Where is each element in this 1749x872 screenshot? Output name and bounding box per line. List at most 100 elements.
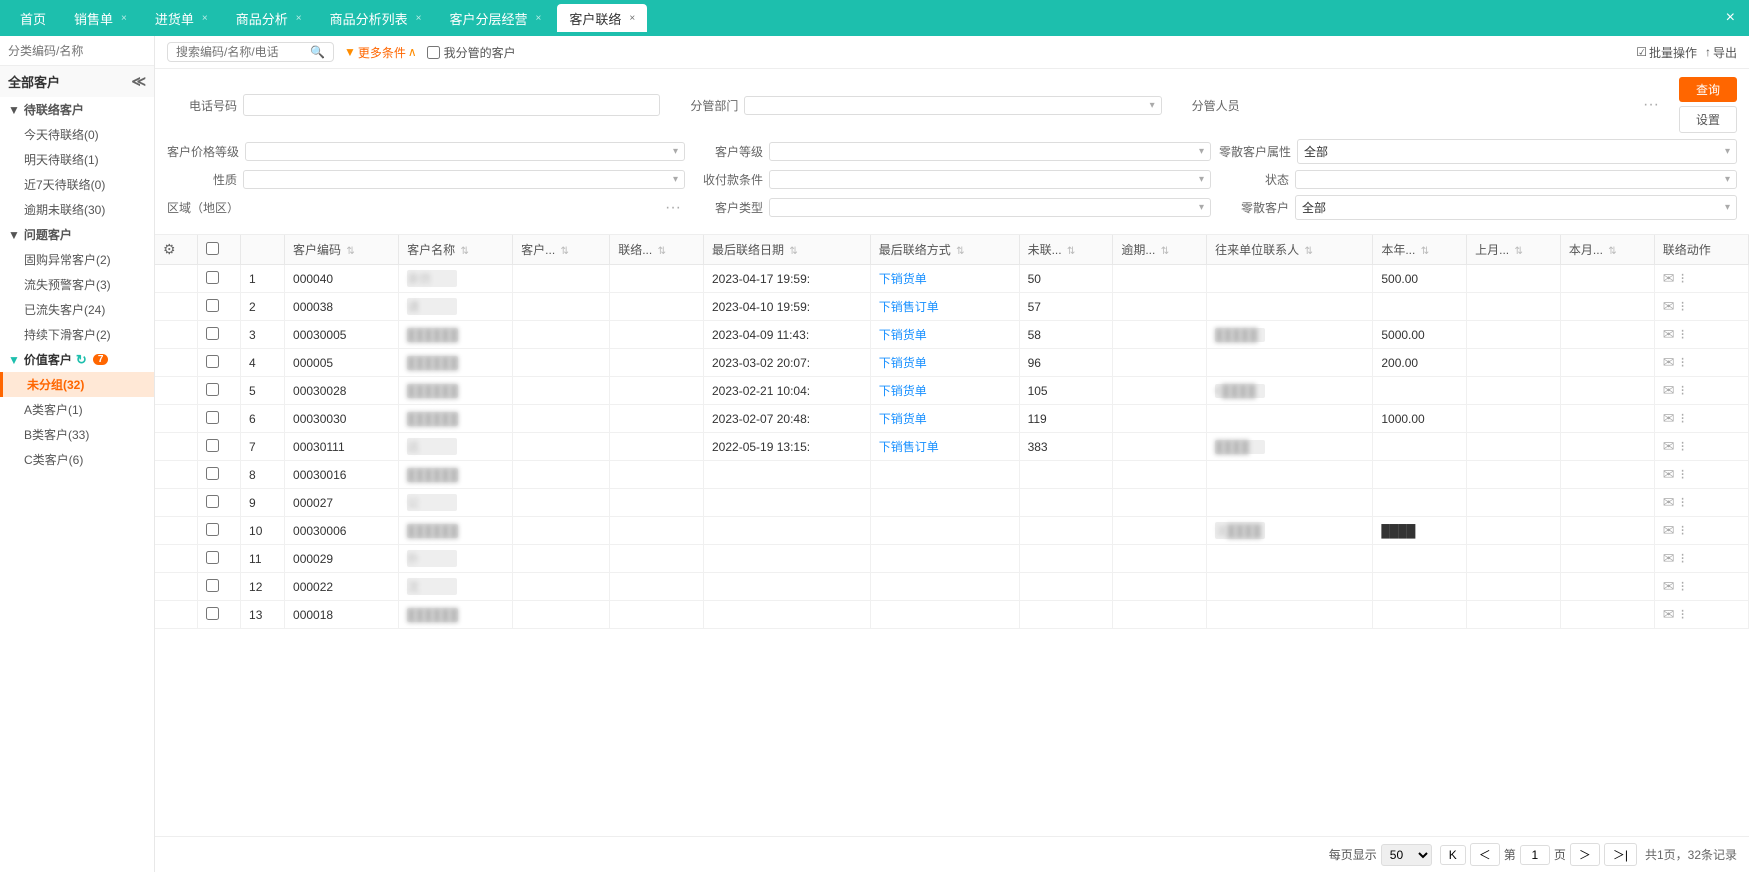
person-dots[interactable]: ··· [1639, 96, 1663, 114]
tab-customer-contact[interactable]: 客户联络 × [557, 4, 647, 32]
col-contact[interactable]: 联络... ⇅ [610, 235, 704, 265]
col-settings[interactable]: ⚙ [155, 235, 197, 265]
chat-icon[interactable]: ✉ [1663, 522, 1675, 539]
close-purchase-icon[interactable]: × [202, 13, 208, 24]
col-overdue[interactable]: 逾期... ⇅ [1113, 235, 1207, 265]
all-customers-header[interactable]: 全部客户 ≪ [0, 66, 154, 97]
export-button[interactable]: ↑ 导出 [1705, 44, 1737, 61]
col-last-month[interactable]: 上月... ⇅ [1467, 235, 1561, 265]
row-checkbox[interactable] [197, 461, 240, 489]
prev-page-button[interactable]: ＜ [1470, 843, 1500, 866]
tab-product-analysis[interactable]: 商品分析 × [224, 4, 314, 32]
contact-method-link[interactable]: 下销售订单 [879, 300, 939, 314]
chat-icon[interactable]: ✉ [1663, 606, 1675, 623]
sidebar-item-tomorrow-pending[interactable]: 明天待联络(1) [0, 147, 154, 172]
col-type[interactable]: 客户... ⇅ [513, 235, 610, 265]
nature-select[interactable]: ▾ [243, 170, 685, 189]
row-checkbox[interactable] [197, 265, 240, 293]
row-checkbox[interactable] [197, 489, 240, 517]
sidebar-item-declining[interactable]: 持续下滑客户(2) [0, 322, 154, 347]
chat-icon[interactable]: ✉ [1663, 354, 1675, 371]
payment-select[interactable]: ▾ [769, 170, 1211, 189]
contact-method-link[interactable]: 下销货单 [879, 412, 927, 426]
chat-icon[interactable]: ✉ [1663, 326, 1675, 343]
sidebar-item-b-class[interactable]: B类客户(33) [0, 422, 154, 447]
retail-customer-select[interactable]: 全部 ▾ [1295, 195, 1737, 220]
row-checkbox[interactable] [197, 321, 240, 349]
row-checkbox[interactable] [197, 405, 240, 433]
row-checkbox[interactable] [197, 517, 240, 545]
col-not-contacted[interactable]: 未联... ⇅ [1019, 235, 1113, 265]
close-customer-contact-icon[interactable]: × [629, 13, 635, 24]
chat-icon[interactable]: ✉ [1663, 550, 1675, 567]
tab-product-analysis-list[interactable]: 商品分析列表 × [318, 4, 434, 32]
more-action-icon[interactable]: ⁝ [1680, 326, 1684, 343]
sidebar-item-7days-pending[interactable]: 近7天待联络(0) [0, 172, 154, 197]
sidebar-collapse-icon[interactable]: ≪ [131, 73, 146, 90]
col-checkbox[interactable] [197, 235, 240, 265]
status-select[interactable]: ▾ [1295, 170, 1737, 189]
col-this-year[interactable]: 本年... ⇅ [1373, 235, 1467, 265]
first-page-button[interactable]: K [1440, 845, 1466, 865]
retail-attr-select[interactable]: 全部 ▾ [1297, 139, 1737, 164]
per-page-select[interactable]: 50 100 200 [1381, 844, 1432, 866]
more-action-icon[interactable]: ⁝ [1680, 438, 1684, 455]
my-customer-checkbox[interactable] [427, 46, 440, 59]
chat-icon[interactable]: ✉ [1663, 494, 1675, 511]
next-page-button[interactable]: ＞ [1570, 843, 1600, 866]
close-customer-layer-icon[interactable]: × [535, 13, 541, 24]
batch-operation-button[interactable]: ☑ 批量操作 [1636, 44, 1697, 61]
sidebar-item-abnormal[interactable]: 固购异常客户(2) [0, 247, 154, 272]
search-input[interactable] [176, 45, 306, 59]
row-checkbox[interactable] [197, 573, 240, 601]
sidebar-item-a-class[interactable]: A类客户(1) [0, 397, 154, 422]
tab-home[interactable]: 首页 [8, 4, 58, 32]
tab-purchase[interactable]: 进货单 × [143, 4, 220, 32]
col-this-month[interactable]: 本月... ⇅ [1560, 235, 1654, 265]
sidebar-item-churned[interactable]: 已流失客户(24) [0, 297, 154, 322]
chat-icon[interactable]: ✉ [1663, 578, 1675, 595]
more-action-icon[interactable]: ⁝ [1680, 382, 1684, 399]
page-input[interactable] [1520, 845, 1550, 865]
search-icon[interactable]: 🔍 [310, 45, 325, 59]
close-all-button[interactable]: × [1720, 9, 1741, 27]
more-action-icon[interactable]: ⁝ [1680, 606, 1684, 623]
contact-method-link[interactable]: 下销货单 [879, 272, 927, 286]
contact-method-link[interactable]: 下销货单 [879, 328, 927, 342]
col-name[interactable]: 客户名称 ⇅ [399, 235, 513, 265]
row-checkbox[interactable] [197, 601, 240, 629]
more-action-icon[interactable]: ⁝ [1680, 494, 1684, 511]
chat-icon[interactable]: ✉ [1663, 298, 1675, 315]
sidebar-search-input[interactable] [8, 44, 155, 58]
close-product-analysis-icon[interactable]: × [296, 13, 302, 24]
col-unit-contact[interactable]: 往来单位联系人 ⇅ [1207, 235, 1373, 265]
row-checkbox[interactable] [197, 545, 240, 573]
sidebar-item-c-class[interactable]: C类客户(6) [0, 447, 154, 472]
more-action-icon[interactable]: ⁝ [1680, 522, 1684, 539]
tab-sales[interactable]: 销售单 × [62, 4, 139, 32]
chat-icon[interactable]: ✉ [1663, 410, 1675, 427]
more-action-icon[interactable]: ⁝ [1680, 270, 1684, 287]
row-checkbox[interactable] [197, 293, 240, 321]
settings-icon[interactable]: ⚙ [163, 241, 176, 257]
customer-level-select[interactable]: ▾ [769, 142, 1211, 161]
col-last-contact-date[interactable]: 最后联络日期 ⇅ [704, 235, 871, 265]
more-action-icon[interactable]: ⁝ [1680, 466, 1684, 483]
chat-icon[interactable]: ✉ [1663, 270, 1675, 287]
group-value-customers[interactable]: ▼ 价值客户 ↻ 7 [0, 347, 154, 372]
my-customer-filter[interactable]: 我分管的客户 [427, 44, 516, 61]
col-code[interactable]: 客户编码 ⇅ [285, 235, 399, 265]
reset-button[interactable]: 设置 [1679, 106, 1737, 133]
phone-input[interactable] [243, 94, 660, 116]
select-all-checkbox[interactable] [206, 242, 219, 255]
more-action-icon[interactable]: ⁝ [1680, 550, 1684, 567]
sidebar-item-ungrouped[interactable]: 未分组(32) [0, 372, 154, 397]
col-last-contact-method[interactable]: 最后联络方式 ⇅ [870, 235, 1019, 265]
group-pending-contact[interactable]: ▼ 待联络客户 [0, 97, 154, 122]
last-page-button[interactable]: ＞| [1604, 843, 1637, 866]
contact-method-link[interactable]: 下销售订单 [879, 440, 939, 454]
row-checkbox[interactable] [197, 349, 240, 377]
more-action-icon[interactable]: ⁝ [1680, 578, 1684, 595]
tab-customer-layer[interactable]: 客户分层经营 × [437, 4, 553, 32]
price-level-select[interactable]: ▾ [245, 142, 685, 161]
